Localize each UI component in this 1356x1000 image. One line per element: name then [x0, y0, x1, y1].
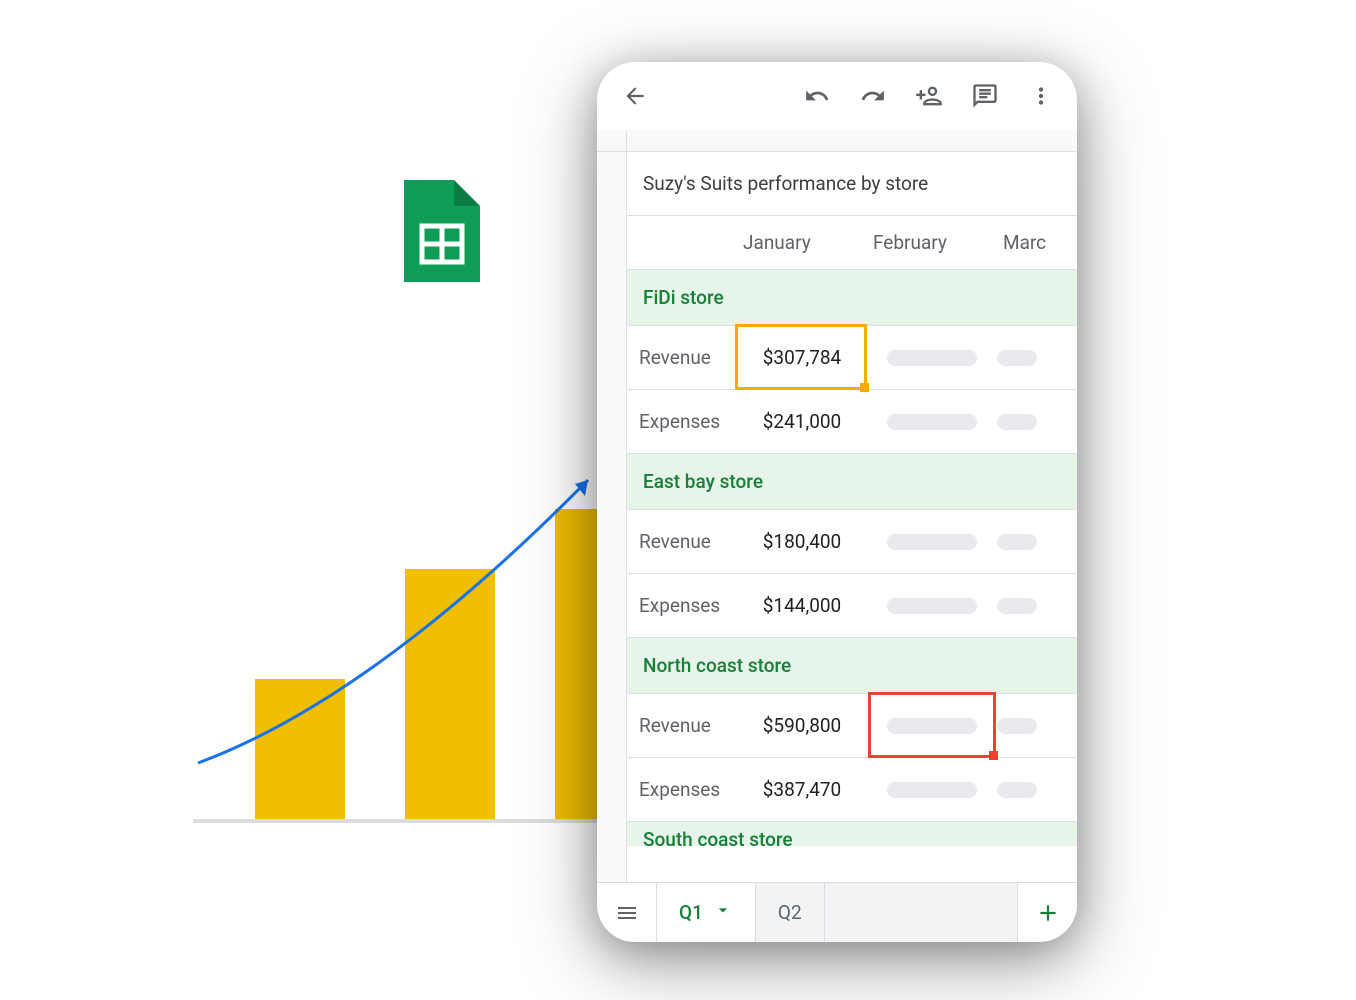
grid-corner — [597, 130, 627, 152]
row-label: Expenses — [627, 758, 737, 821]
comment-icon[interactable] — [969, 80, 1001, 112]
row-label: Expenses — [627, 574, 737, 637]
data-row[interactable]: Expenses $241,000 — [627, 390, 1077, 454]
sheet-tabs-bar: Q1 Q2 — [597, 882, 1077, 942]
month-header[interactable]: Marc — [997, 216, 1077, 269]
row-label: Expenses — [627, 390, 737, 453]
cell-placeholder[interactable] — [867, 326, 997, 389]
redo-icon[interactable] — [857, 80, 889, 112]
data-row[interactable]: Revenue $590,800 — [627, 694, 1077, 758]
growth-arrow-icon — [193, 468, 603, 768]
row-label: Revenue — [627, 510, 737, 573]
cell-value[interactable]: $307,784 — [737, 326, 867, 389]
month-header[interactable]: January — [737, 216, 867, 269]
cell-placeholder[interactable] — [997, 510, 1067, 573]
cell-placeholder[interactable] — [867, 390, 997, 453]
cell-value[interactable]: $241,000 — [737, 390, 867, 453]
cell-placeholder[interactable] — [867, 510, 997, 573]
sheet-tab-inactive[interactable]: Q2 — [756, 883, 825, 942]
row-label: Revenue — [627, 694, 737, 757]
cell-placeholder[interactable] — [997, 574, 1067, 637]
column-gutter — [627, 130, 1077, 152]
store-header-row[interactable]: South coast store — [627, 822, 1077, 846]
data-row[interactable]: Expenses $144,000 — [627, 574, 1077, 638]
cell-placeholder[interactable] — [867, 758, 997, 821]
app-toolbar — [597, 62, 1077, 130]
cell-placeholder[interactable] — [867, 694, 997, 757]
month-header[interactable]: February — [867, 216, 997, 269]
chevron-down-icon[interactable] — [713, 900, 733, 925]
sheet-tab-active[interactable]: Q1 — [657, 883, 756, 942]
store-header-row[interactable]: North coast store — [627, 638, 1077, 694]
cell-placeholder[interactable] — [997, 694, 1067, 757]
data-row[interactable]: Revenue $180,400 — [627, 510, 1077, 574]
cell-value[interactable]: $144,000 — [737, 574, 867, 637]
mobile-sheets-app: Suzy's Suits performance by store Januar… — [597, 62, 1077, 942]
sheet-title-cell[interactable]: Suzy's Suits performance by store — [627, 152, 1077, 216]
month-header-row: January February Marc — [627, 216, 1077, 270]
data-row[interactable]: Expenses $387,470 — [627, 758, 1077, 822]
cell-value[interactable]: $590,800 — [737, 694, 867, 757]
back-arrow-icon[interactable] — [619, 80, 651, 112]
add-person-icon[interactable] — [913, 80, 945, 112]
store-header-row[interactable]: FiDi store — [627, 270, 1077, 326]
chart-baseline — [193, 819, 603, 823]
cell-placeholder[interactable] — [997, 758, 1067, 821]
google-sheets-logo-icon — [404, 180, 480, 282]
more-vert-icon[interactable] — [1025, 80, 1057, 112]
all-sheets-menu-icon[interactable] — [597, 883, 657, 942]
add-sheet-icon[interactable] — [1017, 883, 1077, 942]
decorative-bar-chart — [193, 428, 603, 823]
tab-label: Q2 — [778, 901, 802, 924]
store-header-row[interactable]: East bay store — [627, 454, 1077, 510]
tab-label: Q1 — [679, 901, 703, 924]
cell-placeholder[interactable] — [997, 326, 1067, 389]
data-row[interactable]: Revenue $307,784 — [627, 326, 1077, 390]
row-gutter — [597, 152, 627, 882]
spreadsheet-grid[interactable]: Suzy's Suits performance by store Januar… — [597, 130, 1077, 882]
cell-value[interactable]: $180,400 — [737, 510, 867, 573]
undo-icon[interactable] — [801, 80, 833, 112]
cell-placeholder[interactable] — [997, 390, 1067, 453]
cell-value[interactable]: $387,470 — [737, 758, 867, 821]
cell-placeholder[interactable] — [867, 574, 997, 637]
row-label: Revenue — [627, 326, 737, 389]
